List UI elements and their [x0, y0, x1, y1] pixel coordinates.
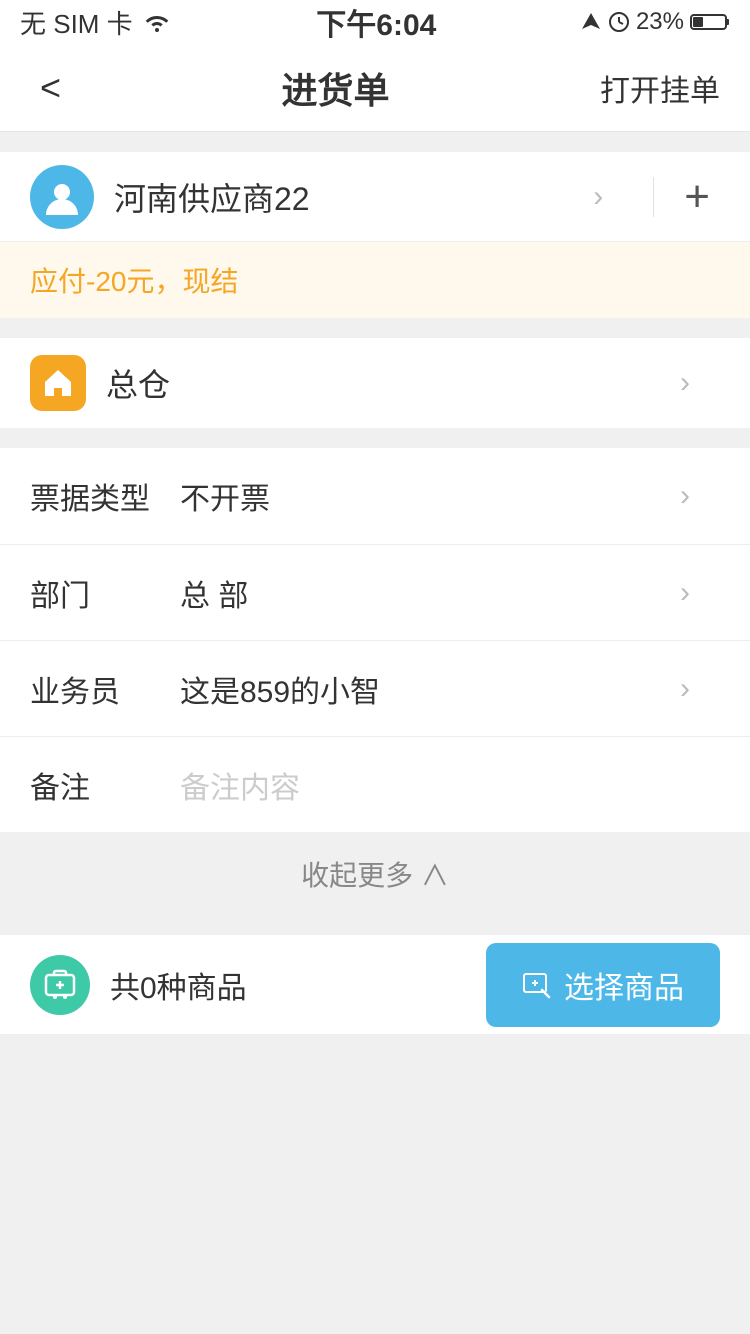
ticket-type-value: 不开票 [170, 474, 680, 518]
product-icon [30, 955, 90, 1015]
ticket-type-label: 票据类型 [30, 474, 170, 518]
remark-row[interactable]: 备注 备注内容 [0, 736, 750, 832]
supplier-card: 河南供应商22 › + 应付-20元，现结 [0, 152, 750, 318]
person-icon [42, 177, 82, 217]
section-gap-4 [0, 914, 750, 934]
warehouse-card: 总仓 › [0, 338, 750, 428]
cart-icon [42, 967, 78, 1003]
warehouse-name: 总仓 [106, 360, 680, 406]
add-supplier-button[interactable]: + [674, 172, 720, 222]
status-bar: 无 SIM 卡 下午6:04 23% [0, 0, 750, 44]
supplier-row[interactable]: 河南供应商22 › + [0, 152, 750, 242]
status-time: 下午6:04 [316, 0, 436, 44]
warehouse-row[interactable]: 总仓 › [0, 338, 750, 428]
staff-row[interactable]: 业务员 这是859的小智 › [0, 640, 750, 736]
wifi-icon [141, 10, 173, 34]
form-card: 票据类型 不开票 › 部门 总 部 › 业务员 这是859的小智 › 备注 备注… [0, 448, 750, 832]
battery-percent: 23% [636, 8, 684, 36]
collapse-label: 收起更多 ∧ [301, 854, 449, 894]
supplier-avatar [30, 165, 94, 229]
select-product-label: 选择商品 [564, 963, 684, 1007]
staff-chevron-icon: › [680, 672, 690, 706]
section-gap-1 [0, 132, 750, 152]
dept-chevron-icon: › [680, 576, 690, 610]
dept-value: 总 部 [170, 571, 680, 615]
dept-label: 部门 [30, 571, 170, 615]
supplier-name: 河南供应商22 [114, 174, 593, 220]
notice-row: 应付-20元，现结 [0, 242, 750, 318]
notice-text: 应付-20元，现结 [30, 266, 238, 297]
clock-icon [608, 11, 630, 33]
nav-bar: < 进货单 打开挂单 [0, 44, 750, 132]
back-button[interactable]: < [30, 57, 71, 119]
staff-label: 业务员 [30, 667, 170, 711]
battery-icon [690, 12, 730, 32]
section-gap-3 [0, 428, 750, 448]
select-product-icon [522, 970, 552, 1000]
warehouse-icon [30, 355, 86, 411]
ticket-type-chevron-icon: › [680, 479, 690, 513]
open-pending-button[interactable]: 打开挂单 [600, 66, 720, 110]
home-icon [41, 366, 75, 400]
status-left: 无 SIM 卡 [20, 4, 173, 41]
remark-input[interactable]: 备注内容 [170, 763, 720, 807]
vertical-divider [653, 177, 654, 217]
section-gap-2 [0, 318, 750, 338]
no-sim-label: 无 SIM 卡 [20, 4, 133, 41]
staff-value: 这是859的小智 [170, 667, 680, 711]
page-background [0, 1034, 750, 1334]
select-product-button[interactable]: 选择商品 [486, 943, 720, 1027]
ticket-type-row[interactable]: 票据类型 不开票 › [0, 448, 750, 544]
supplier-chevron-icon: › [593, 180, 603, 214]
bottom-bar: 共0种商品 选择商品 [0, 934, 750, 1034]
product-count-label: 共0种商品 [110, 963, 466, 1007]
warehouse-chevron-icon: › [680, 366, 690, 400]
dept-row[interactable]: 部门 总 部 › [0, 544, 750, 640]
status-right: 23% [580, 8, 730, 36]
page-title: 进货单 [282, 62, 390, 114]
location-icon [580, 11, 602, 33]
collapse-row[interactable]: 收起更多 ∧ [0, 834, 750, 914]
remark-label: 备注 [30, 763, 170, 807]
